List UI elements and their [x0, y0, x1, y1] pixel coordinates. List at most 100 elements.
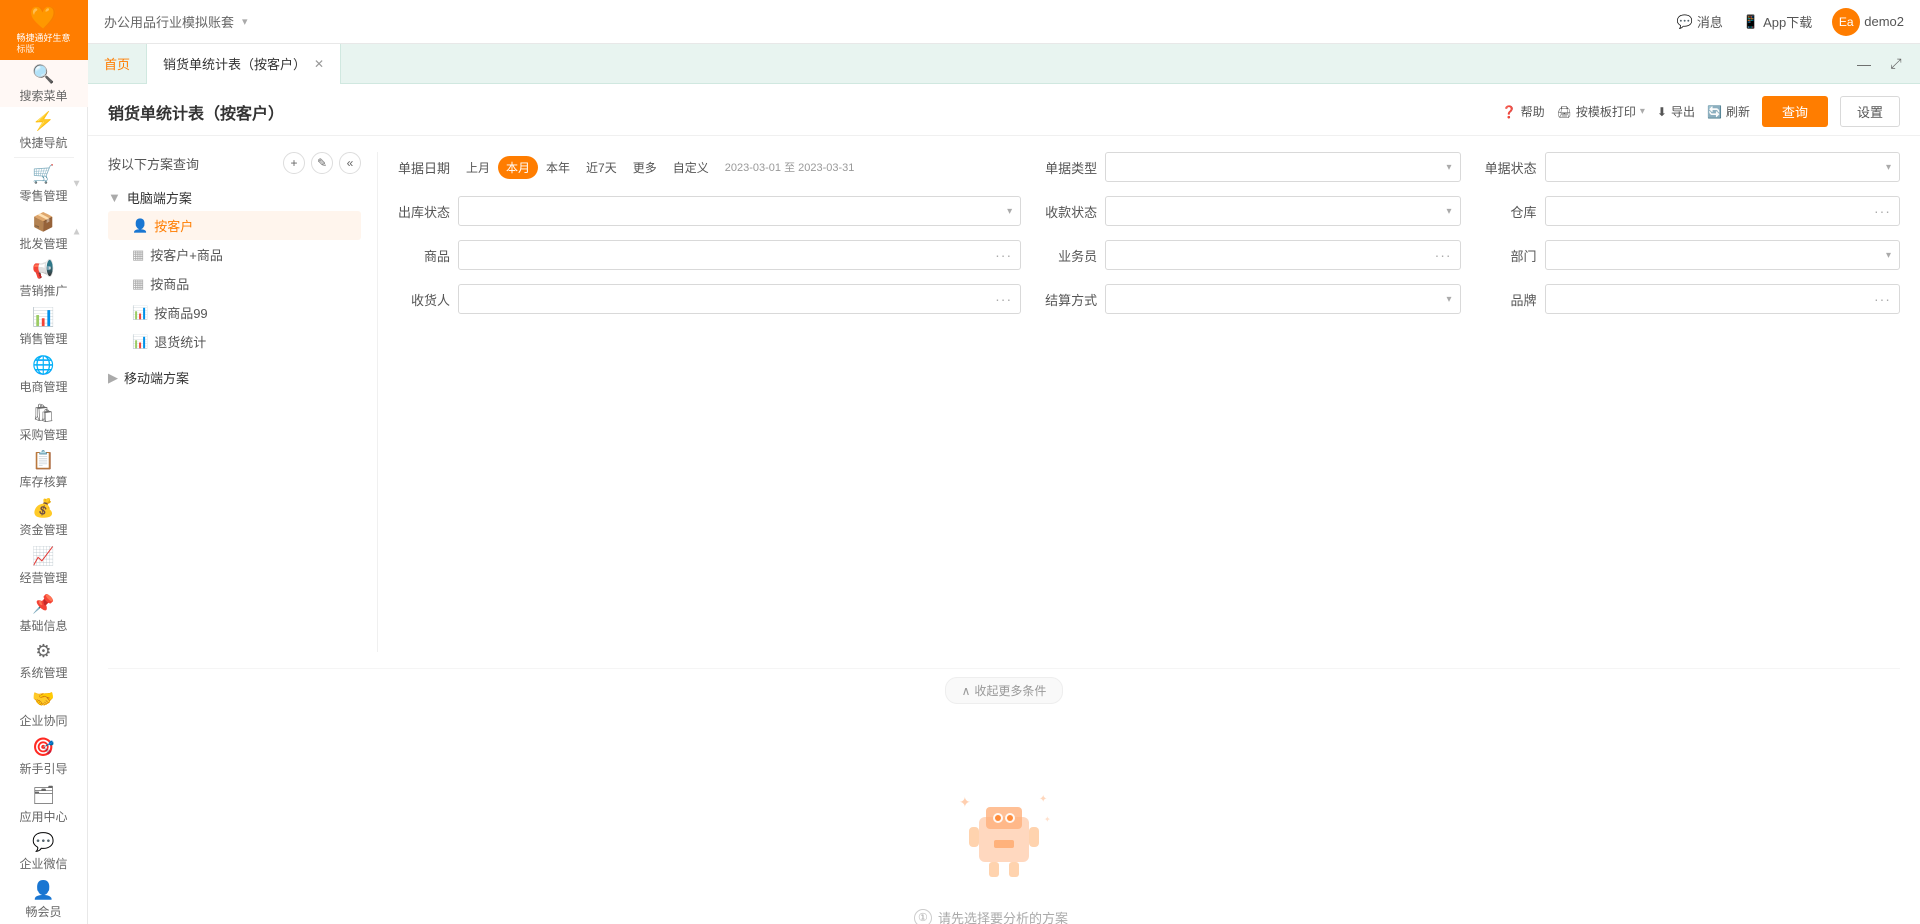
refresh-btn[interactable]: 🔄 刷新 — [1707, 103, 1750, 120]
sidebar-item-guide[interactable]: 🎯 新手引导 — [0, 733, 88, 781]
collapse-up-icon: ∧ — [962, 684, 971, 698]
message-action[interactable]: 💬 消息 — [1677, 12, 1723, 31]
avatar-initials: Ea — [1839, 15, 1854, 29]
sidebar-item-search[interactable]: 🔍 搜索菜单 — [0, 60, 88, 108]
date-tab-thismonth[interactable]: 本月 — [498, 156, 538, 179]
management-icon: 📈 — [32, 546, 54, 567]
help-label: 帮助 — [1521, 103, 1545, 120]
filter-stock-status: 出库状态 ▾ — [398, 196, 1021, 226]
scheme-item-goods99[interactable]: 📊 按商品99 — [108, 298, 361, 327]
sidebar-item-finance[interactable]: 💰 资金管理 — [0, 494, 88, 542]
customer-icon: 👤 — [132, 218, 148, 234]
sidebar-item-purchase[interactable]: 🛍 采购管理 — [0, 399, 88, 447]
scheme-goods-label: 按商品 — [150, 274, 189, 293]
pc-group-expand-icon: ▼ — [108, 190, 121, 205]
scheme-edit-btn[interactable]: ✎ — [311, 152, 333, 174]
sidebar-item-quicknav[interactable]: ⚡ 快捷导航 — [0, 107, 88, 155]
warehouse-label: 仓库 — [1485, 202, 1545, 221]
sidebar-item-retail[interactable]: 🛒 零售管理 ▼ — [0, 160, 88, 208]
sidebar-item-management[interactable]: 📈 经营管理 — [0, 542, 88, 590]
brand-control[interactable]: ··· — [1545, 284, 1900, 314]
avatar: Ea — [1832, 8, 1860, 36]
scheme-return-label: 退货统计 — [154, 332, 206, 351]
collapse-btn[interactable]: ∧ 收起更多条件 — [945, 677, 1064, 704]
sidebar-item-wechat[interactable]: 💬 企业微信 — [0, 828, 88, 876]
settlement-control[interactable]: ▾ — [1105, 284, 1460, 314]
warehouse-dots-icon: ··· — [1874, 203, 1891, 219]
tab-sales-stat[interactable]: 销货单统计表（按客户） ✕ — [147, 44, 341, 84]
scheme-item-return[interactable]: 📊 退货统计 — [108, 327, 361, 356]
sidebar-item-member[interactable]: 👤 畅会员 — [0, 876, 88, 924]
tab-sales-stat-label: 销货单统计表（按客户） — [163, 54, 306, 73]
scheme-item-customer[interactable]: 👤 按客户 — [108, 211, 361, 240]
date-tab-7days[interactable]: 近7天 — [578, 156, 625, 179]
warehouse-control[interactable]: ··· — [1545, 196, 1900, 226]
receiver-label: 收货人 — [398, 290, 458, 309]
scheme-customer-goods-label: 按客户+商品 — [150, 245, 223, 264]
filter-goods: 商品 ··· — [398, 240, 1021, 270]
scheme-group-mobile-header[interactable]: ▶ 移动端方案 — [108, 364, 361, 391]
basic-icon: 📌 — [32, 594, 54, 615]
sidebar-item-ecommerce[interactable]: 🌐 电商管理 — [0, 351, 88, 399]
date-tab-lastmonth[interactable]: 上月 — [458, 156, 498, 179]
order-status-dropdown-icon: ▾ — [1886, 162, 1891, 173]
tab-home[interactable]: 首页 — [88, 44, 147, 84]
app-download-action[interactable]: 📱 App下载 — [1743, 12, 1812, 31]
sidebar-item-inventory[interactable]: 📋 库存核算 — [0, 447, 88, 495]
payment-status-control[interactable]: ▾ — [1105, 196, 1460, 226]
scheme-add-btn[interactable]: + — [283, 152, 305, 174]
user-name: demo2 — [1864, 14, 1904, 29]
goods-dots-icon: ··· — [995, 247, 1012, 263]
order-status-control[interactable]: ▾ — [1545, 152, 1900, 182]
help-btn[interactable]: ❓ 帮助 — [1502, 103, 1545, 120]
scheme-group-pc-header[interactable]: ▼ 电脑端方案 — [108, 184, 361, 211]
stock-status-control[interactable]: ▾ — [458, 196, 1021, 226]
receiver-control[interactable]: ··· — [458, 284, 1021, 314]
print-dropdown-icon[interactable]: ▾ — [1640, 106, 1645, 117]
export-btn[interactable]: ⬇ 导出 — [1657, 103, 1695, 120]
scheme-group-pc: ▼ 电脑端方案 👤 按客户 ▦ 按客户+商品 ▦ — [108, 184, 361, 356]
tab-expand-btn[interactable]: ⤢ — [1884, 52, 1908, 76]
query-button[interactable]: 查询 — [1762, 96, 1828, 127]
print-icon: 🖨 — [1557, 105, 1572, 119]
tab-bar-actions: — ⤢ — [1852, 52, 1920, 76]
sidebar: 🧡 畅捷通好生意 标版 🔍 搜索菜单 ⚡ 快捷导航 🛒 零售管理 ▼ 📦 批发管… — [0, 0, 88, 924]
sidebar-item-appcenter[interactable]: 🗂 应用中心 — [0, 781, 88, 829]
sidebar-item-basic[interactable]: 📌 基础信息 — [0, 590, 88, 638]
settings-button[interactable]: 设置 — [1840, 96, 1900, 127]
scheme-customer-label: 按客户 — [154, 216, 193, 235]
ecommerce-icon: 🌐 — [32, 355, 54, 376]
user-profile[interactable]: Ea demo2 — [1832, 8, 1904, 36]
date-tab-more[interactable]: 更多 — [625, 156, 665, 179]
breadcrumb-dropdown-icon[interactable]: ▾ — [242, 15, 248, 28]
top-header: 办公用品行业模拟账套 ▾ 💬 消息 📱 App下载 Ea demo2 — [88, 0, 1920, 44]
sidebar-item-marketing[interactable]: 📢 营销推广 — [0, 256, 88, 304]
sidebar-item-sales[interactable]: 📊 销售管理 — [0, 303, 88, 351]
sidebar-item-collab[interactable]: 🤝 企业协同 — [0, 685, 88, 733]
settlement-label: 结算方式 — [1045, 290, 1105, 309]
salesperson-control[interactable]: ··· — [1105, 240, 1460, 270]
sidebar-item-system[interactable]: ⚙ 系统管理 — [0, 637, 88, 685]
scheme-item-customer-goods[interactable]: ▦ 按客户+商品 — [108, 240, 361, 269]
customer-goods-icon: ▦ — [132, 247, 144, 263]
scheme-item-goods[interactable]: ▦ 按商品 — [108, 269, 361, 298]
print-btn[interactable]: 🖨 按模板打印 ▾ — [1557, 103, 1645, 120]
hint-text-1: 请先选择要分析的方案 — [938, 908, 1068, 924]
quicknav-icon: ⚡ — [32, 111, 54, 132]
tab-close-icon[interactable]: ✕ — [314, 57, 324, 71]
department-control[interactable]: ▾ — [1545, 240, 1900, 270]
sidebar-management-label: 经营管理 — [19, 569, 67, 586]
order-type-control[interactable]: ▾ — [1105, 152, 1460, 182]
wholesale-icon: 📦 — [32, 212, 54, 233]
sidebar-search-label: 搜索菜单 — [19, 87, 67, 104]
tab-home-label: 首页 — [104, 54, 130, 73]
tab-minimize-btn[interactable]: — — [1852, 52, 1876, 76]
scheme-collapse-btn[interactable]: « — [339, 152, 361, 174]
date-tab-custom[interactable]: 自定义 — [665, 156, 717, 179]
inventory-icon: 📋 — [32, 450, 54, 471]
payment-status-label: 收款状态 — [1045, 202, 1105, 221]
brand-label: 品牌 — [1485, 290, 1545, 309]
sidebar-item-wholesale[interactable]: 📦 批发管理 ▲ — [0, 208, 88, 256]
goods-control[interactable]: ··· — [458, 240, 1021, 270]
date-tab-thisyear[interactable]: 本年 — [538, 156, 578, 179]
